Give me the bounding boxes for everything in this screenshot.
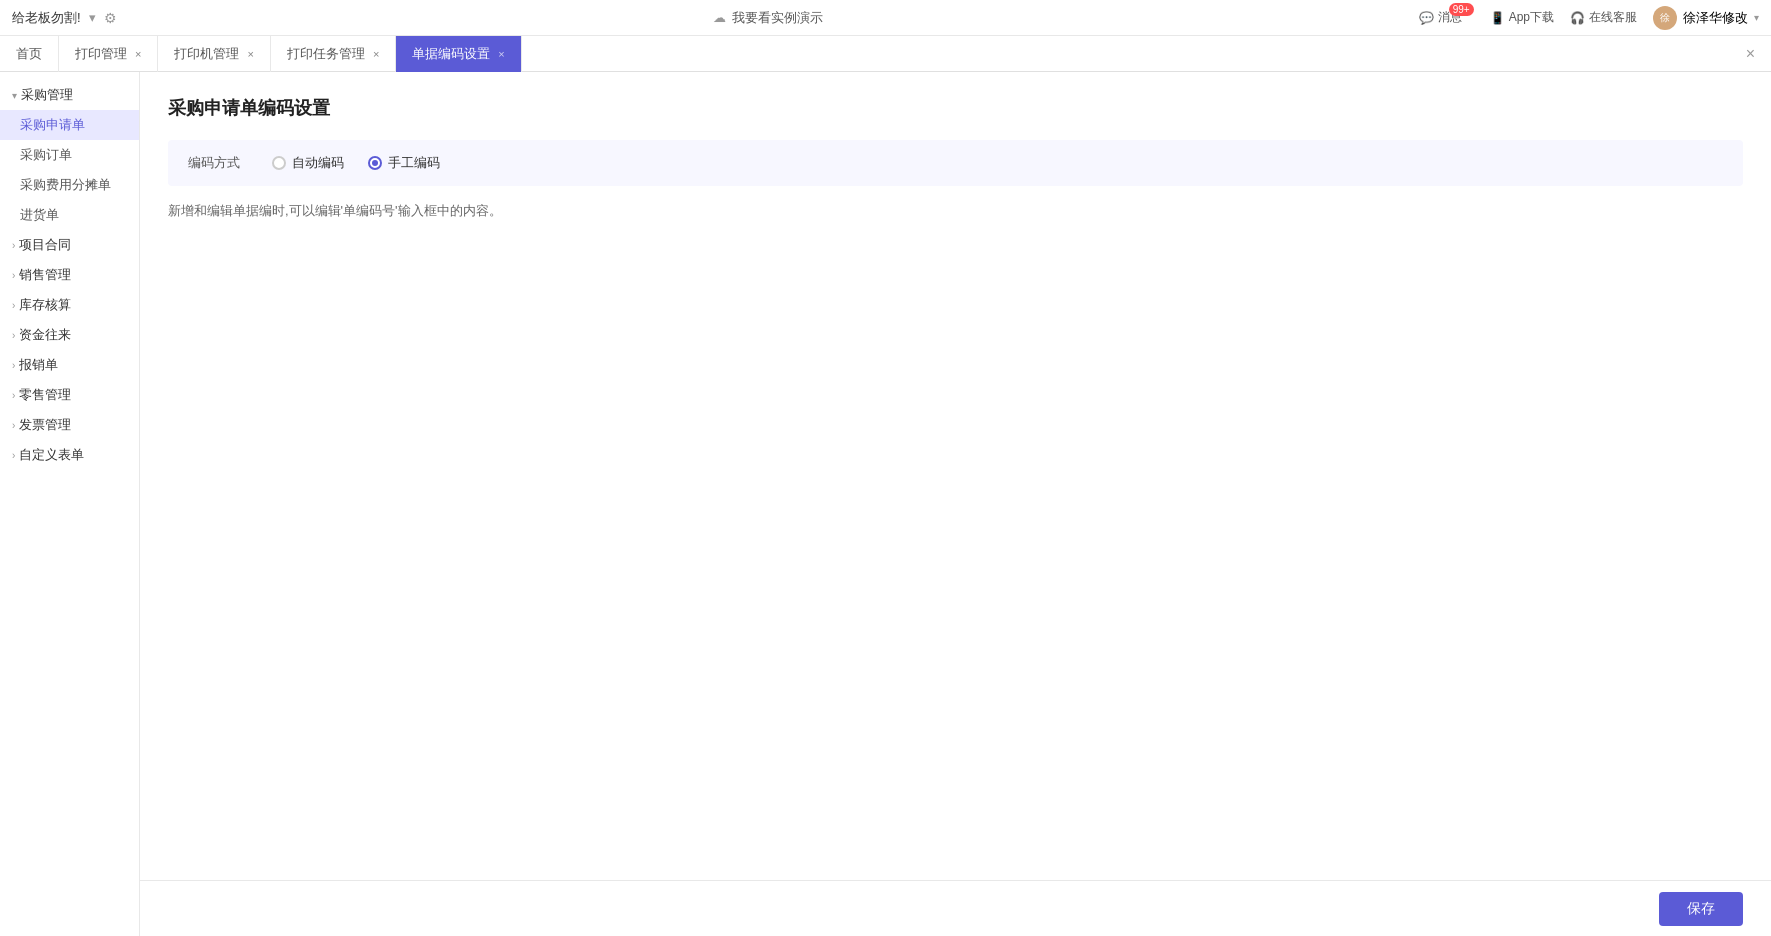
sidebar-item-purchase-order[interactable]: 采购订单 [0, 140, 139, 170]
content-area: 采购申请单编码设置 编码方式 自动编码 手工编码 新增和编辑单据编时,可以编辑'… [140, 72, 1771, 936]
sidebar-group-sales[interactable]: › 销售管理 [0, 260, 139, 290]
sidebar-group-expense-arrow: › [12, 360, 15, 371]
tab-printer-management-label: 打印机管理 [174, 45, 239, 63]
sidebar-group-invoice-label: 发票管理 [19, 416, 71, 434]
sidebar-group-project-label: 项目合同 [19, 236, 71, 254]
sidebar-group-retail[interactable]: › 零售管理 [0, 380, 139, 410]
auto-code-option[interactable]: 自动编码 [272, 154, 344, 172]
tab-print-management-label: 打印管理 [75, 45, 127, 63]
message-badge: 99+ [1449, 3, 1474, 16]
sidebar-group-project-arrow: › [12, 240, 15, 251]
tab-encoding-settings[interactable]: 单据编码设置 × [396, 36, 521, 72]
main-layout: ▾ 采购管理 采购申请单 采购订单 采购费用分摊单 进货单 › 项目合同 › 销… [0, 72, 1771, 936]
dropdown-icon[interactable]: ▾ [89, 10, 96, 25]
user-dropdown-icon: ▾ [1754, 12, 1759, 23]
user-menu-button[interactable]: 徐 徐泽华修改 ▾ [1653, 6, 1759, 30]
sidebar-group-project-contract[interactable]: › 项目合同 [0, 230, 139, 260]
settings-icon[interactable]: ⚙ [104, 10, 117, 26]
sidebar-group-purchase[interactable]: ▾ 采购管理 [0, 80, 139, 110]
page-title: 采购申请单编码设置 [168, 96, 1743, 120]
content-footer: 保存 [140, 880, 1771, 936]
tab-printer-management[interactable]: 打印机管理 × [158, 36, 270, 72]
sidebar-item-purchase-expense-label: 采购费用分摊单 [20, 177, 111, 192]
tab-home[interactable]: 首页 [0, 36, 59, 72]
sidebar-item-incoming[interactable]: 进货单 [0, 200, 139, 230]
auto-code-label: 自动编码 [292, 154, 344, 172]
save-button[interactable]: 保存 [1659, 892, 1743, 926]
content-inner: 采购申请单编码设置 编码方式 自动编码 手工编码 新增和编辑单据编时,可以编辑'… [140, 72, 1771, 880]
sidebar-group-inventory-arrow: › [12, 300, 15, 311]
app-download-label: App下载 [1509, 9, 1554, 26]
encoding-section: 编码方式 自动编码 手工编码 [168, 140, 1743, 186]
tab-close-printer-management[interactable]: × [247, 48, 253, 60]
tab-home-label: 首页 [16, 45, 42, 63]
sidebar-group-purchase-label: 采购管理 [21, 86, 73, 104]
sidebar-group-custom-label: 自定义表单 [19, 446, 84, 464]
tab-encoding-settings-label: 单据编码设置 [412, 45, 490, 63]
sidebar-group-custom-arrow: › [12, 450, 15, 461]
sidebar-group-retail-arrow: › [12, 390, 15, 401]
manual-code-option[interactable]: 手工编码 [368, 154, 440, 172]
encoding-label: 编码方式 [188, 154, 240, 172]
hint-text: 新增和编辑单据编时,可以编辑'单编码号'输入框中的内容。 [168, 202, 1743, 220]
sidebar-item-incoming-label: 进货单 [20, 207, 59, 222]
app-icon: 📱 [1490, 11, 1505, 25]
sidebar-group-sales-arrow: › [12, 270, 15, 281]
manual-code-label: 手工编码 [388, 154, 440, 172]
top-bar-left: 给老板勿割! ▾ ⚙ [12, 9, 117, 27]
sidebar-group-expense-report[interactable]: › 报销单 [0, 350, 139, 380]
message-icon: 💬 [1419, 11, 1434, 25]
tab-close-print-management[interactable]: × [135, 48, 141, 60]
auto-code-radio[interactable] [272, 156, 286, 170]
sidebar-group-purchase-arrow: ▾ [12, 90, 17, 101]
sidebar-item-purchase-order-label: 采购订单 [20, 147, 72, 162]
sidebar: ▾ 采购管理 采购申请单 采购订单 采购费用分摊单 进货单 › 项目合同 › 销… [0, 72, 140, 936]
message-button[interactable]: 💬 消息 99+ [1419, 9, 1462, 26]
top-bar-center: ☁ 我要看实例演示 [713, 9, 823, 27]
tab-bar: 首页 打印管理 × 打印机管理 × 打印任务管理 × 单据编码设置 × × [0, 36, 1771, 72]
sidebar-group-capital[interactable]: › 资金往来 [0, 320, 139, 350]
online-service-button[interactable]: 🎧 在线客服 [1570, 9, 1637, 26]
sidebar-group-retail-label: 零售管理 [19, 386, 71, 404]
tab-print-management[interactable]: 打印管理 × [59, 36, 158, 72]
encoding-row: 编码方式 自动编码 手工编码 [188, 154, 1723, 172]
sidebar-group-sales-label: 销售管理 [19, 266, 71, 284]
tab-print-task-management[interactable]: 打印任务管理 × [271, 36, 396, 72]
tab-close-print-task[interactable]: × [373, 48, 379, 60]
avatar: 徐 [1653, 6, 1677, 30]
top-bar-right: 💬 消息 99+ 📱 App下载 🎧 在线客服 徐 徐泽华修改 ▾ [1419, 6, 1759, 30]
top-bar: 给老板勿割! ▾ ⚙ ☁ 我要看实例演示 💬 消息 99+ 📱 App下载 🎧 … [0, 0, 1771, 36]
sidebar-item-purchase-request-label: 采购申请单 [20, 117, 85, 132]
sidebar-item-purchase-request[interactable]: 采购申请单 [0, 110, 139, 140]
service-icon: 🎧 [1570, 11, 1585, 25]
sidebar-group-invoice-arrow: › [12, 420, 15, 431]
app-download-button[interactable]: 📱 App下载 [1490, 9, 1554, 26]
sidebar-group-expense-label: 报销单 [19, 356, 58, 374]
sidebar-group-custom-form[interactable]: › 自定义表单 [0, 440, 139, 470]
sidebar-group-capital-arrow: › [12, 330, 15, 341]
sidebar-group-capital-label: 资金往来 [19, 326, 71, 344]
sidebar-group-invoice[interactable]: › 发票管理 [0, 410, 139, 440]
tab-close-encoding-settings[interactable]: × [498, 48, 504, 60]
cloud-icon: ☁ [713, 10, 726, 25]
sidebar-item-purchase-expense[interactable]: 采购费用分摊单 [0, 170, 139, 200]
demo-link[interactable]: 我要看实例演示 [732, 9, 823, 27]
sidebar-group-inventory[interactable]: › 库存核算 [0, 290, 139, 320]
online-service-label: 在线客服 [1589, 9, 1637, 26]
tab-print-task-label: 打印任务管理 [287, 45, 365, 63]
manual-code-radio[interactable] [368, 156, 382, 170]
username-label: 徐泽华修改 [1683, 9, 1748, 27]
logo-text: 给老板勿割! [12, 9, 81, 27]
sidebar-group-inventory-label: 库存核算 [19, 296, 71, 314]
page-close-button[interactable]: × [1730, 45, 1771, 63]
